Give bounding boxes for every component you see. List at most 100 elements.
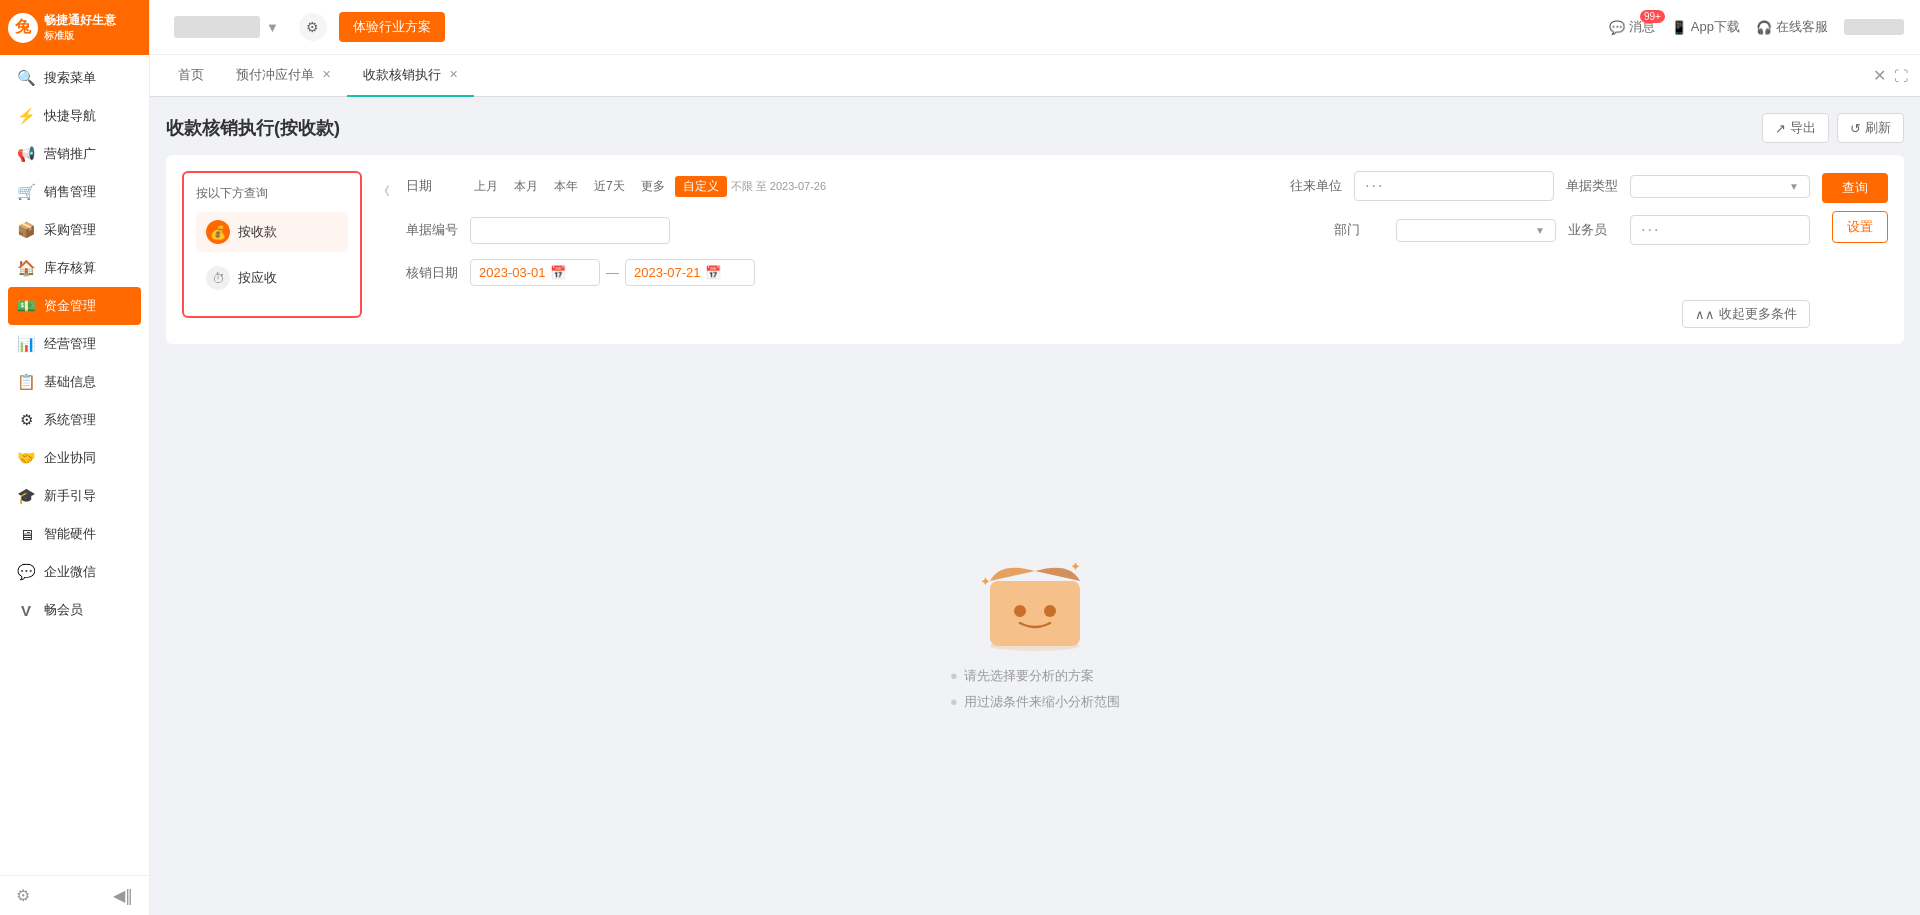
sidebar-item-marketing[interactable]: 📢 营销推广 xyxy=(0,135,149,173)
online-service-label: 在线客服 xyxy=(1776,18,1828,36)
sidebar-item-quicknav[interactable]: ⚡ 快捷导航 xyxy=(0,97,149,135)
filter-right-form: 日期 上月 本月 本年 近7天 更多 自定义 不限 至 2023-07-26 往… xyxy=(406,171,1810,328)
filter-card: 按以下方查询 💰 按收款 ⏱ 按应收 《 xyxy=(166,155,1904,344)
sidebar-item-guide[interactable]: 🎓 新手引导 xyxy=(0,477,149,515)
empty-hint-2: 用过滤条件来缩小分析范围 xyxy=(950,689,1120,715)
service-icon: 🎧 xyxy=(1756,20,1772,35)
filter-row-1: 日期 上月 本月 本年 近7天 更多 自定义 不限 至 2023-07-26 往… xyxy=(406,171,1810,201)
date-this-year[interactable]: 本年 xyxy=(548,176,584,197)
date-this-month[interactable]: 本月 xyxy=(508,176,544,197)
sidebar-item-operations[interactable]: 📊 经营管理 xyxy=(0,325,149,363)
sidebar-item-inventory[interactable]: 🏠 库存核算 xyxy=(0,249,149,287)
wechat-icon: 💬 xyxy=(16,563,36,581)
tab-writeoff-close-icon[interactable]: ✕ xyxy=(449,68,458,81)
collapse-more-label: 收起更多条件 xyxy=(1719,305,1797,323)
logo-icon: 兔 xyxy=(8,13,38,43)
funds-icon: 💵 xyxy=(16,297,36,315)
sidebar-item-sales[interactable]: 🛒 销售管理 xyxy=(0,173,149,211)
sidebar-item-purchase[interactable]: 📦 采购管理 xyxy=(0,211,149,249)
sidebar-item-hardware[interactable]: 🖥 智能硬件 xyxy=(0,515,149,553)
filter-option-by-receivable[interactable]: ⏱ 按应收 xyxy=(196,258,348,298)
filter-option-by-receipt[interactable]: 💰 按收款 xyxy=(196,212,348,252)
dept-select[interactable]: ▼ xyxy=(1396,219,1556,242)
refresh-button[interactable]: ↺ 刷新 xyxy=(1837,113,1904,143)
tab-writeoff[interactable]: 收款核销执行 ✕ xyxy=(347,55,474,97)
sales-icon: 🛒 xyxy=(16,183,36,201)
purchase-icon: 📦 xyxy=(16,221,36,239)
filter-panel-title: 按以下方查询 xyxy=(196,185,348,202)
date-last-month[interactable]: 上月 xyxy=(468,176,504,197)
app-selector[interactable]: 选择 ▼ xyxy=(166,16,287,38)
export-button[interactable]: ↗ 导出 xyxy=(1762,113,1829,143)
message-action[interactable]: 💬 消息 99+ xyxy=(1609,18,1655,36)
sidebar-item-collab[interactable]: 🤝 企业协同 xyxy=(0,439,149,477)
app-download-action[interactable]: 📱 App下载 xyxy=(1671,18,1740,36)
empty-state-svg: ✦ ✦ xyxy=(970,541,1100,651)
sidebar-footer: ⚙ ◀‖ xyxy=(0,875,149,915)
empty-text: 请先选择要分析的方案 用过滤条件来缩小分析范围 xyxy=(950,663,1120,715)
date-7days[interactable]: 近7天 xyxy=(588,176,631,197)
writeoff-date-end-input[interactable]: 2023-07-21 📅 xyxy=(625,259,755,286)
sidebar-item-search-label: 搜索菜单 xyxy=(44,69,96,87)
industry-button[interactable]: 体验行业方案 xyxy=(339,12,445,42)
setting-button[interactable]: 设置 xyxy=(1832,211,1888,243)
gear-button[interactable]: ⚙ xyxy=(299,13,327,41)
expand-icon[interactable]: ⛶ xyxy=(1894,68,1908,84)
empty-illustration: ✦ ✦ xyxy=(970,541,1100,651)
voucher-no-label: 单据编号 xyxy=(406,221,458,239)
writeoff-date-range: 2023-03-01 📅 — 2023-07-21 📅 xyxy=(470,259,755,286)
filter-row-2: 单据编号 部门 ▼ 业务员 ··· xyxy=(406,215,1810,245)
sidebar-logo: 兔 畅捷通好生意 标准版 xyxy=(0,0,149,55)
sidebar-item-system[interactable]: ⚙ 系统管理 xyxy=(0,401,149,439)
counterpart-dots: ··· xyxy=(1365,177,1384,195)
online-service-action[interactable]: 🎧 在线客服 xyxy=(1756,18,1828,36)
close-all-icon[interactable]: ✕ xyxy=(1873,66,1886,85)
sidebar-item-basics[interactable]: 📋 基础信息 xyxy=(0,363,149,401)
app-edition: 标准版 xyxy=(44,29,116,42)
voucher-type-label: 单据类型 xyxy=(1566,177,1618,195)
topbar-right: 💬 消息 99+ 📱 App下载 🎧 在线客服 Rit xyxy=(1609,18,1904,36)
settings-icon[interactable]: ⚙ xyxy=(16,886,30,905)
page-actions: ↗ 导出 ↺ 刷新 xyxy=(1762,113,1904,143)
collab-icon: 🤝 xyxy=(16,449,36,467)
counterpart-select[interactable]: ··· xyxy=(1354,171,1554,201)
member-icon: V xyxy=(16,602,36,619)
writeoff-date-start-input[interactable]: 2023-03-01 📅 xyxy=(470,259,600,286)
date-more[interactable]: 更多 xyxy=(635,176,671,197)
collapse-up-icon: ∧∧ xyxy=(1695,307,1715,322)
refresh-icon: ↺ xyxy=(1850,121,1861,136)
query-button[interactable]: 查询 xyxy=(1822,173,1888,203)
sidebar-item-member[interactable]: V 畅会员 xyxy=(0,591,149,629)
tabbar-actions: ✕ ⛶ xyxy=(1873,66,1908,85)
staff-select[interactable]: ··· xyxy=(1630,215,1810,245)
receipt-icon: 💰 xyxy=(206,220,230,244)
collapse-filter-btn[interactable]: 《 xyxy=(374,171,394,328)
calendar-start-icon: 📅 xyxy=(550,265,566,280)
tab-prepay[interactable]: 预付冲应付单 ✕ xyxy=(220,55,347,97)
collapse-more-btn[interactable]: ∧∧ 收起更多条件 xyxy=(1682,300,1810,328)
collapse-sidebar-icon[interactable]: ◀‖ xyxy=(113,886,133,905)
tab-home[interactable]: 首页 xyxy=(162,55,220,97)
voucher-type-select[interactable]: ▼ xyxy=(1630,175,1810,198)
date-label: 日期 xyxy=(406,177,456,195)
sidebar-item-funds[interactable]: 💵 资金管理 xyxy=(8,287,141,325)
sidebar-item-operations-label: 经营管理 xyxy=(44,335,96,353)
sidebar-item-basics-label: 基础信息 xyxy=(44,373,96,391)
date-hint: 不限 至 2023-07-26 xyxy=(731,179,826,194)
date-custom[interactable]: 自定义 xyxy=(675,176,727,197)
filter-left-panel: 按以下方查询 💰 按收款 ⏱ 按应收 xyxy=(182,171,362,328)
topbar: 选择 ▼ ⚙ 体验行业方案 💬 消息 99+ 📱 App下载 🎧 在线客服 Ri… xyxy=(150,0,1920,55)
export-icon: ↗ xyxy=(1775,121,1786,136)
tab-prepay-close-icon[interactable]: ✕ xyxy=(322,68,331,81)
calendar-end-icon: 📅 xyxy=(705,265,721,280)
writeoff-date-start-value: 2023-03-01 xyxy=(479,265,546,280)
filter-actions: 查询 设置 xyxy=(1822,171,1888,328)
sidebar-item-wechat[interactable]: 💬 企业微信 xyxy=(0,553,149,591)
filter-row-3: 核销日期 2023-03-01 📅 — 2023-07-21 📅 xyxy=(406,259,1810,286)
sidebar-item-search[interactable]: 🔍 搜索菜单 xyxy=(0,59,149,97)
sidebar-item-inventory-label: 库存核算 xyxy=(44,259,96,277)
sidebar-item-funds-label: 资金管理 xyxy=(44,297,96,315)
download-icon: 📱 xyxy=(1671,20,1687,35)
voucher-no-input[interactable] xyxy=(470,217,670,244)
user-display[interactable]: Rit xyxy=(1844,19,1904,35)
